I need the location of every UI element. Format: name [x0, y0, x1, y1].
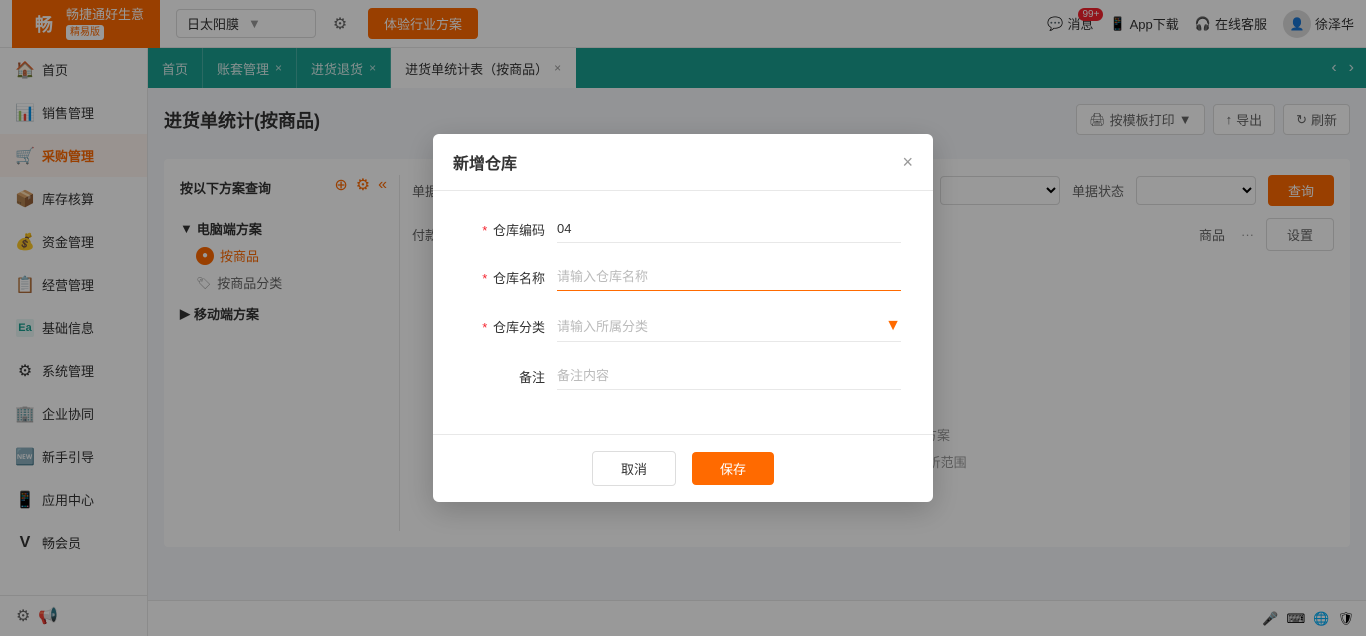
required-star-name: * — [482, 271, 487, 286]
form-row-category: * 仓库分类 ▼ — [465, 311, 901, 342]
warehouse-name-input[interactable] — [557, 263, 901, 291]
form-row-name: * 仓库名称 — [465, 263, 901, 291]
category-arrow-icon: ▼ — [885, 317, 901, 335]
form-label-code: * 仓库编码 — [465, 220, 545, 239]
required-star-category: * — [482, 320, 487, 335]
category-input[interactable] — [557, 319, 885, 334]
warehouse-note-input[interactable] — [557, 362, 901, 390]
form-label-note: 备注 — [465, 367, 545, 386]
dialog-close-icon[interactable]: × — [902, 152, 913, 173]
required-star-code: * — [482, 223, 487, 238]
dialog-footer: 取消 保存 — [433, 434, 933, 502]
warehouse-code-input[interactable] — [557, 215, 901, 243]
dialog-header: 新增仓库 × — [433, 134, 933, 191]
form-row-note: 备注 — [465, 362, 901, 390]
form-label-category: * 仓库分类 — [465, 317, 545, 336]
dialog-title: 新增仓库 — [453, 150, 517, 174]
form-row-code: * 仓库编码 — [465, 215, 901, 243]
cancel-button[interactable]: 取消 — [592, 451, 676, 486]
modal-overlay: 新增仓库 × * 仓库编码 * 仓库名称 — [0, 0, 1366, 636]
dialog-body: * 仓库编码 * 仓库名称 * 仓库分类 — [433, 191, 933, 434]
save-button[interactable]: 保存 — [692, 452, 774, 485]
form-label-name: * 仓库名称 — [465, 268, 545, 287]
new-warehouse-dialog: 新增仓库 × * 仓库编码 * 仓库名称 — [433, 134, 933, 502]
warehouse-category-select[interactable]: ▼ — [557, 311, 901, 342]
